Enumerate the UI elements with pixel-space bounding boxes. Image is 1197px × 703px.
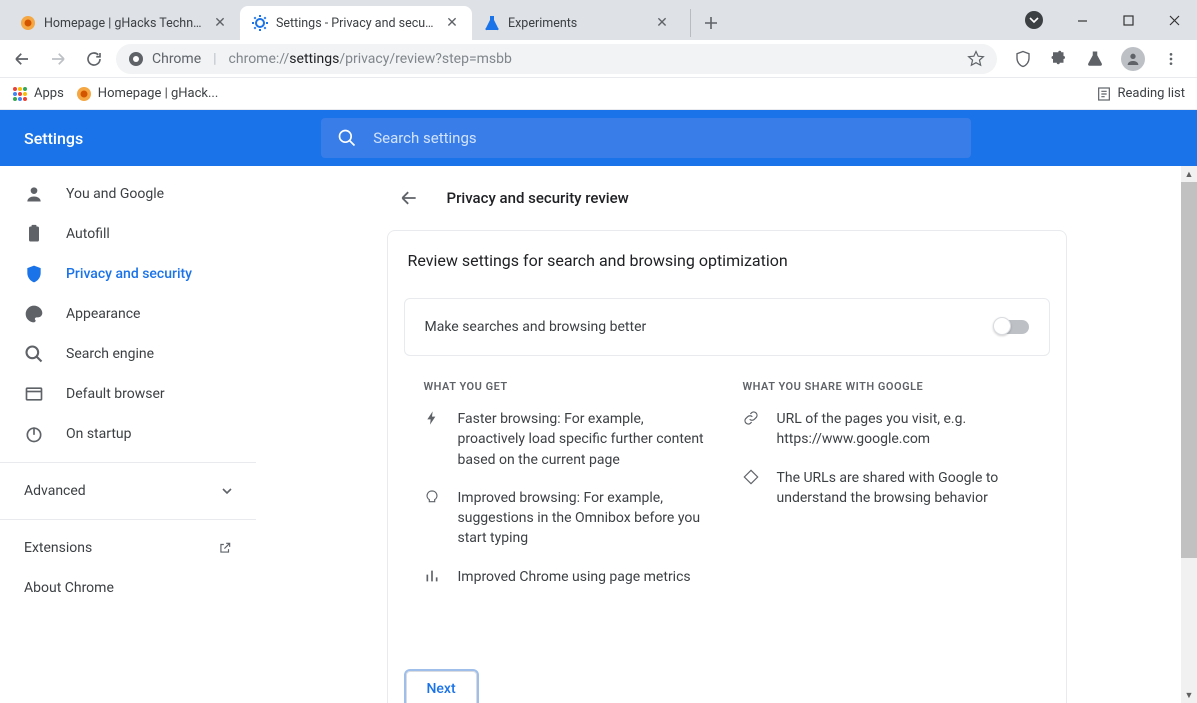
new-tab-button[interactable] bbox=[690, 9, 718, 37]
bookmarks-bar: Apps Homepage | gHack... Reading list bbox=[0, 78, 1197, 110]
sidebar-about[interactable]: About Chrome bbox=[0, 568, 256, 608]
settings-sidebar: You and Google Autofill Privacy and secu… bbox=[0, 166, 256, 703]
bulb-icon bbox=[424, 488, 444, 549]
apps-grid-icon bbox=[12, 86, 28, 102]
settings-title: Settings bbox=[24, 129, 83, 148]
back-button[interactable] bbox=[8, 45, 36, 73]
reading-list-label: Reading list bbox=[1118, 86, 1185, 101]
sidebar-item-search-engine[interactable]: Search engine bbox=[0, 334, 256, 374]
sidebar-item-appearance[interactable]: Appearance bbox=[0, 294, 256, 334]
sidebar-item-autofill[interactable]: Autofill bbox=[0, 214, 256, 254]
browser-tab-settings[interactable]: Settings - Privacy and security re ✕ bbox=[240, 6, 472, 40]
power-icon bbox=[24, 424, 44, 444]
bar-chart-icon bbox=[424, 567, 444, 587]
tab-label: Homepage | gHacks Technology bbox=[44, 16, 204, 31]
apps-label: Apps bbox=[34, 86, 64, 101]
sidebar-item-you-and-google[interactable]: You and Google bbox=[0, 174, 256, 214]
search-input[interactable] bbox=[373, 129, 955, 147]
bookmark-label: Homepage | gHack... bbox=[98, 86, 219, 101]
col-heading: WHAT YOU SHARE WITH GOOGLE bbox=[743, 380, 1030, 393]
apps-shortcut[interactable]: Apps bbox=[12, 86, 64, 102]
chrome-logo-icon bbox=[128, 51, 144, 67]
bookmark-star-icon[interactable] bbox=[967, 50, 985, 68]
chevron-down-icon bbox=[222, 486, 232, 496]
toggle-label: Make searches and browsing better bbox=[425, 319, 647, 335]
list-item: URL of the pages you visit, e.g. https:/… bbox=[743, 409, 1030, 450]
scroll-thumb[interactable] bbox=[1181, 182, 1197, 558]
browser-tab-ghacks[interactable]: Homepage | gHacks Technology ✕ bbox=[8, 6, 240, 40]
flask-icon bbox=[484, 15, 500, 31]
settings-search-box[interactable] bbox=[321, 118, 971, 158]
address-bar[interactable]: Chrome | chrome://settings/privacy/revie… bbox=[116, 44, 997, 74]
bolt-icon bbox=[424, 409, 444, 470]
menu-icon[interactable] bbox=[1161, 49, 1181, 69]
settings-header: Settings bbox=[0, 110, 1197, 166]
minimize-button[interactable] bbox=[1059, 5, 1105, 35]
window-titlebar: Homepage | gHacks Technology ✕ Settings … bbox=[0, 0, 1197, 40]
shield-icon bbox=[24, 264, 44, 284]
profile-avatar[interactable] bbox=[1121, 47, 1145, 71]
clipboard-icon bbox=[24, 224, 44, 244]
person-icon bbox=[24, 184, 44, 204]
sidebar-item-privacy[interactable]: Privacy and security bbox=[0, 254, 256, 294]
sidebar-advanced[interactable]: Advanced bbox=[0, 471, 256, 511]
scrollbar[interactable]: ▲ ▼ bbox=[1181, 166, 1197, 703]
page-title: Privacy and security review bbox=[447, 189, 629, 207]
link-icon bbox=[743, 409, 763, 450]
tab-label: Experiments bbox=[508, 16, 646, 31]
close-icon[interactable]: ✕ bbox=[444, 15, 460, 31]
window-icon bbox=[24, 384, 44, 404]
palette-icon bbox=[24, 304, 44, 324]
gear-icon bbox=[252, 15, 268, 31]
search-icon bbox=[337, 128, 357, 148]
scroll-down-icon[interactable]: ▼ bbox=[1181, 687, 1197, 703]
shield-icon[interactable] bbox=[1013, 49, 1033, 69]
omnibox-label: Chrome bbox=[152, 51, 201, 67]
url-text: chrome://settings/privacy/review?step=ms… bbox=[229, 51, 512, 67]
tab-search-button[interactable] bbox=[1025, 11, 1043, 29]
close-icon[interactable]: ✕ bbox=[212, 15, 228, 31]
forward-button[interactable] bbox=[44, 45, 72, 73]
favicon-ghacks bbox=[20, 15, 36, 31]
col-heading: WHAT YOU GET bbox=[424, 380, 711, 393]
next-button[interactable]: Next bbox=[406, 671, 477, 703]
toggle-row: Make searches and browsing better bbox=[404, 298, 1050, 356]
page-back-button[interactable] bbox=[391, 180, 427, 216]
reload-button[interactable] bbox=[80, 45, 108, 73]
sidebar-extensions[interactable]: Extensions bbox=[0, 528, 256, 568]
sidebar-item-default-browser[interactable]: Default browser bbox=[0, 374, 256, 414]
browser-toolbar: Chrome | chrome://settings/privacy/revie… bbox=[0, 40, 1197, 78]
sidebar-item-on-startup[interactable]: On startup bbox=[0, 414, 256, 454]
browser-tab-experiments[interactable]: Experiments ✕ bbox=[472, 6, 682, 40]
scroll-up-icon[interactable]: ▲ bbox=[1181, 166, 1197, 182]
list-item: Improved browsing: For example, suggesti… bbox=[424, 488, 711, 549]
flask-icon[interactable] bbox=[1085, 49, 1105, 69]
bookmark-item[interactable]: Homepage | gHack... bbox=[76, 86, 219, 102]
maximize-button[interactable] bbox=[1105, 5, 1151, 35]
review-card: Review settings for search and browsing … bbox=[387, 230, 1067, 703]
close-window-button[interactable] bbox=[1151, 5, 1197, 35]
tab-label: Settings - Privacy and security re bbox=[276, 16, 436, 31]
search-icon bbox=[24, 344, 44, 364]
external-link-icon bbox=[218, 541, 232, 555]
list-item: Faster browsing: For example, proactivel… bbox=[424, 409, 711, 470]
list-item: The URLs are shared with Google to under… bbox=[743, 468, 1030, 509]
settings-main: Privacy and security review Review setti… bbox=[256, 166, 1197, 703]
card-title: Review settings for search and browsing … bbox=[404, 251, 1050, 298]
favicon-ghacks bbox=[76, 86, 92, 102]
close-icon[interactable]: ✕ bbox=[654, 15, 670, 31]
reading-list-button[interactable]: Reading list bbox=[1096, 86, 1185, 102]
diamond-icon bbox=[743, 468, 763, 509]
extensions-icon[interactable] bbox=[1049, 49, 1069, 69]
list-item: Improved Chrome using page metrics bbox=[424, 567, 711, 587]
reading-list-icon bbox=[1096, 86, 1112, 102]
toggle-switch[interactable] bbox=[995, 320, 1029, 334]
